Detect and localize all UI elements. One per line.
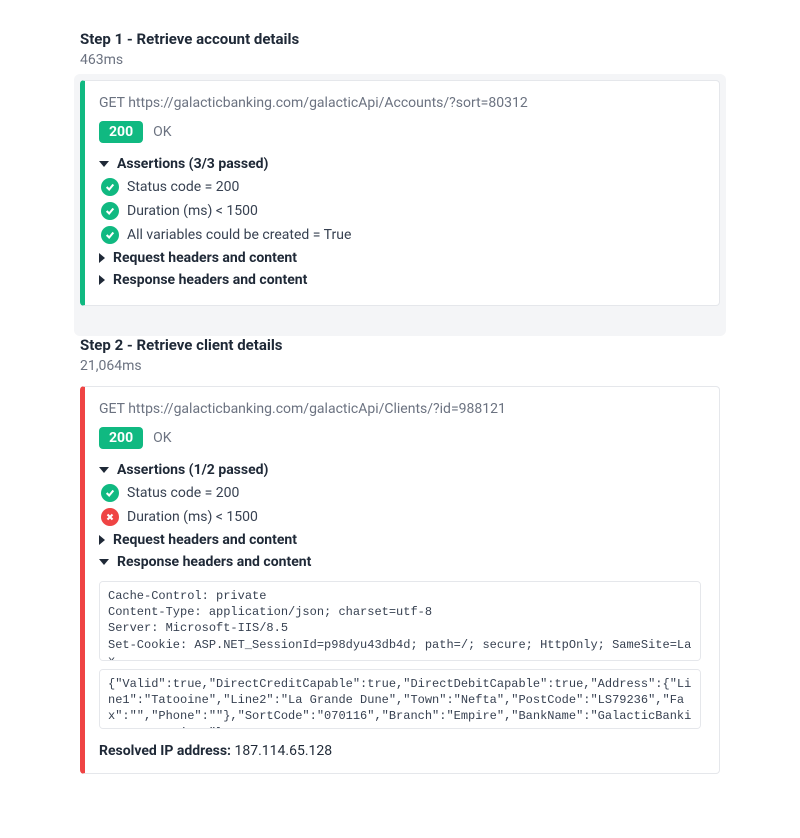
backplate: GET https://galacticbanking.com/galactic… xyxy=(74,74,726,336)
check-icon xyxy=(101,484,119,502)
check-icon xyxy=(101,202,119,220)
status-line: 200 OK xyxy=(99,427,701,449)
chevron-right-icon xyxy=(99,253,105,263)
status-text: OK xyxy=(153,430,171,446)
resolved-ip-label: Resolved IP address: xyxy=(99,743,231,759)
http-method: GET xyxy=(99,95,125,111)
response-headers-toggle[interactable]: Response headers and content xyxy=(99,269,701,291)
assertions-toggle[interactable]: Assertions (1/2 passed) xyxy=(99,459,701,481)
http-method: GET xyxy=(99,401,125,417)
step-duration: 463ms xyxy=(80,52,720,68)
assertion-text: Status code = 200 xyxy=(127,485,239,501)
assertion-row: Duration (ms) < 1500 xyxy=(99,505,701,529)
step-duration: 21,064ms xyxy=(80,358,720,374)
chevron-down-icon xyxy=(99,467,109,473)
request-headers-label: Request headers and content xyxy=(113,532,297,548)
chevron-right-icon xyxy=(99,535,105,545)
status-code-badge: 200 xyxy=(99,427,143,449)
assertions-header: Assertions (1/2 passed) xyxy=(117,462,268,478)
request-url: GET https://galacticbanking.com/galactic… xyxy=(99,95,701,111)
chevron-down-icon xyxy=(99,161,109,167)
resolved-ip: Resolved IP address: 187.114.65.128 xyxy=(99,743,701,759)
request-card: GET https://galacticbanking.com/galactic… xyxy=(80,386,720,774)
request-headers-label: Request headers and content xyxy=(113,250,297,266)
status-line: 200 OK xyxy=(99,121,701,143)
step-title: Step 2 - Retrieve client details xyxy=(80,336,720,354)
assertion-text: Status code = 200 xyxy=(127,179,239,195)
assertions-header: Assertions (3/3 passed) xyxy=(117,156,268,172)
request-url: GET https://galacticbanking.com/galactic… xyxy=(99,401,701,417)
request-card: GET https://galacticbanking.com/galactic… xyxy=(80,80,720,306)
request-headers-toggle[interactable]: Request headers and content xyxy=(99,529,701,551)
assertions-toggle[interactable]: Assertions (3/3 passed) xyxy=(99,153,701,175)
assertion-text: Duration (ms) < 1500 xyxy=(127,203,258,219)
page-root: Step 1 - Retrieve account details 463ms … xyxy=(0,0,800,838)
assertion-row: All variables could be created = True xyxy=(99,223,701,247)
check-icon xyxy=(101,226,119,244)
url: https://galacticbanking.com/galacticApi/… xyxy=(128,95,528,111)
x-icon xyxy=(101,508,119,526)
response-headers-box[interactable]: Cache-Control: private Content-Type: app… xyxy=(99,581,701,661)
response-headers-label: Response headers and content xyxy=(117,554,311,570)
response-headers-toggle[interactable]: Response headers and content xyxy=(99,551,701,573)
url: https://galacticbanking.com/galacticApi/… xyxy=(128,401,506,417)
assertion-row: Duration (ms) < 1500 xyxy=(99,199,701,223)
resolved-ip-value: 187.114.65.128 xyxy=(234,743,332,759)
status-text: OK xyxy=(153,124,171,140)
chevron-right-icon xyxy=(99,275,105,285)
step-title: Step 1 - Retrieve account details xyxy=(80,30,720,48)
assertion-row: Status code = 200 xyxy=(99,175,701,199)
response-headers-label: Response headers and content xyxy=(113,272,307,288)
response-body-box[interactable]: {"Valid":true,"DirectCreditCapable":true… xyxy=(99,669,701,729)
request-headers-toggle[interactable]: Request headers and content xyxy=(99,247,701,269)
status-code-badge: 200 xyxy=(99,121,143,143)
assertion-text: Duration (ms) < 1500 xyxy=(127,509,258,525)
chevron-down-icon xyxy=(99,559,109,565)
assertion-text: All variables could be created = True xyxy=(127,227,351,243)
check-icon xyxy=(101,178,119,196)
assertion-row: Status code = 200 xyxy=(99,481,701,505)
